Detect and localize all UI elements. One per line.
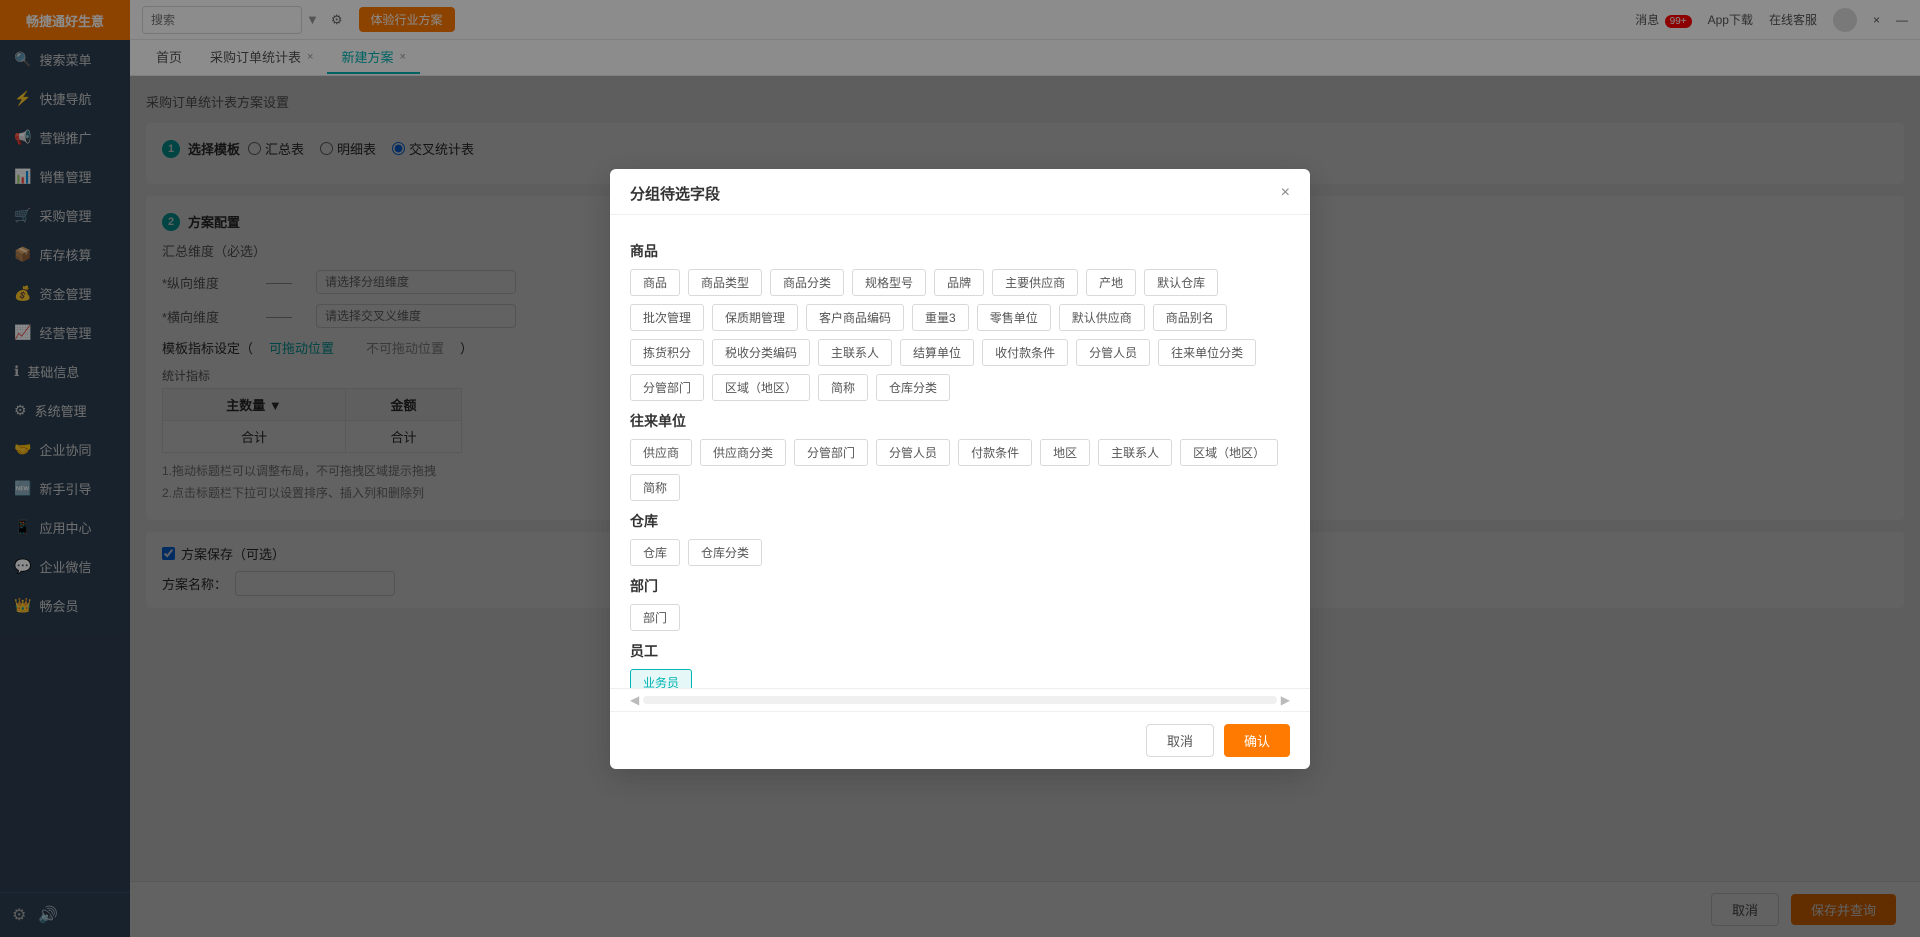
modal-backdrop: 分组待选字段 × 商品 商品 商品类型 商品分类 规格型号 品牌 主要供应商 产… xyxy=(0,0,1920,937)
chip-origin[interactable]: 产地 xyxy=(1086,269,1136,296)
chip-supervisor2[interactable]: 分管人员 xyxy=(876,439,950,466)
section-title-employee: 员工 xyxy=(630,641,1290,661)
chip-product-alias[interactable]: 商品别名 xyxy=(1153,304,1227,331)
chip-warehouse[interactable]: 仓库 xyxy=(630,539,680,566)
chip-payment-terms[interactable]: 收付款条件 xyxy=(982,339,1068,366)
field-select-modal: 分组待选字段 × 商品 商品 商品类型 商品分类 规格型号 品牌 主要供应商 产… xyxy=(610,169,1310,769)
chip-tax-code[interactable]: 税收分类编码 xyxy=(712,339,810,366)
chip-pick-points[interactable]: 拣货积分 xyxy=(630,339,704,366)
chip-default-supplier[interactable]: 默认供应商 xyxy=(1059,304,1145,331)
chip-counterpart-category[interactable]: 往来单位分类 xyxy=(1158,339,1256,366)
chip-product-category[interactable]: 商品分类 xyxy=(770,269,844,296)
chip-supplier-category[interactable]: 供应商分类 xyxy=(700,439,786,466)
hscroll-bar[interactable] xyxy=(643,696,1277,704)
chip-manage-dept[interactable]: 分管部门 xyxy=(630,374,704,401)
section-title-product: 商品 xyxy=(630,241,1290,261)
chip-spec[interactable]: 规格型号 xyxy=(852,269,926,296)
modal-hscroll[interactable]: ◀ ▶ xyxy=(610,688,1310,711)
chip-main-contact[interactable]: 主联系人 xyxy=(818,339,892,366)
chip-dept[interactable]: 分管部门 xyxy=(794,439,868,466)
dept-chips: 部门 xyxy=(630,604,1290,631)
chip-product-type[interactable]: 商品类型 xyxy=(688,269,762,296)
chip-short-name2[interactable]: 简称 xyxy=(630,474,680,501)
chip-department[interactable]: 部门 xyxy=(630,604,680,631)
chip-expiry-manage[interactable]: 保质期管理 xyxy=(712,304,798,331)
product-chips: 商品 商品类型 商品分类 规格型号 品牌 主要供应商 产地 默认仓库 批次管理 … xyxy=(630,269,1290,401)
chip-retail-unit[interactable]: 零售单位 xyxy=(977,304,1051,331)
chip-brand[interactable]: 品牌 xyxy=(934,269,984,296)
chip-salesperson[interactable]: 业务员 xyxy=(630,669,692,688)
chip-customer-code[interactable]: 客户商品编码 xyxy=(806,304,904,331)
modal-cancel-btn[interactable]: 取消 xyxy=(1146,724,1214,757)
chip-batch-manage[interactable]: 批次管理 xyxy=(630,304,704,331)
chip-main-supplier[interactable]: 主要供应商 xyxy=(992,269,1078,296)
modal-footer: 取消 确认 xyxy=(610,711,1310,769)
chip-region[interactable]: 区域（地区） xyxy=(712,374,810,401)
chip-main-contact2[interactable]: 主联系人 xyxy=(1098,439,1172,466)
employee-chips: 业务员 xyxy=(630,669,1290,688)
chip-settlement-unit[interactable]: 结算单位 xyxy=(900,339,974,366)
modal-close-btn[interactable]: × xyxy=(1281,184,1290,202)
chip-default-warehouse[interactable]: 默认仓库 xyxy=(1144,269,1218,296)
chip-wh-category2[interactable]: 仓库分类 xyxy=(688,539,762,566)
section-title-counterpart: 往来单位 xyxy=(630,411,1290,431)
chip-supplier[interactable]: 供应商 xyxy=(630,439,692,466)
modal-confirm-btn[interactable]: 确认 xyxy=(1224,724,1290,757)
chip-supervisor[interactable]: 分管人员 xyxy=(1076,339,1150,366)
modal-title: 分组待选字段 xyxy=(630,183,720,204)
section-title-warehouse: 仓库 xyxy=(630,511,1290,531)
counterpart-chips: 供应商 供应商分类 分管部门 分管人员 付款条件 地区 主联系人 区域（地区） … xyxy=(630,439,1290,501)
modal-body[interactable]: 商品 商品 商品类型 商品分类 规格型号 品牌 主要供应商 产地 默认仓库 批次… xyxy=(610,215,1310,688)
chip-short-name[interactable]: 简称 xyxy=(818,374,868,401)
warehouse-chips: 仓库 仓库分类 xyxy=(630,539,1290,566)
section-title-dept: 部门 xyxy=(630,576,1290,596)
chip-payment-cond[interactable]: 付款条件 xyxy=(958,439,1032,466)
chip-area[interactable]: 地区 xyxy=(1040,439,1090,466)
chip-wh-category[interactable]: 仓库分类 xyxy=(876,374,950,401)
chip-product[interactable]: 商品 xyxy=(630,269,680,296)
chip-region2[interactable]: 区域（地区） xyxy=(1180,439,1278,466)
chip-weight3[interactable]: 重量3 xyxy=(912,304,969,331)
modal-header: 分组待选字段 × xyxy=(610,169,1310,215)
